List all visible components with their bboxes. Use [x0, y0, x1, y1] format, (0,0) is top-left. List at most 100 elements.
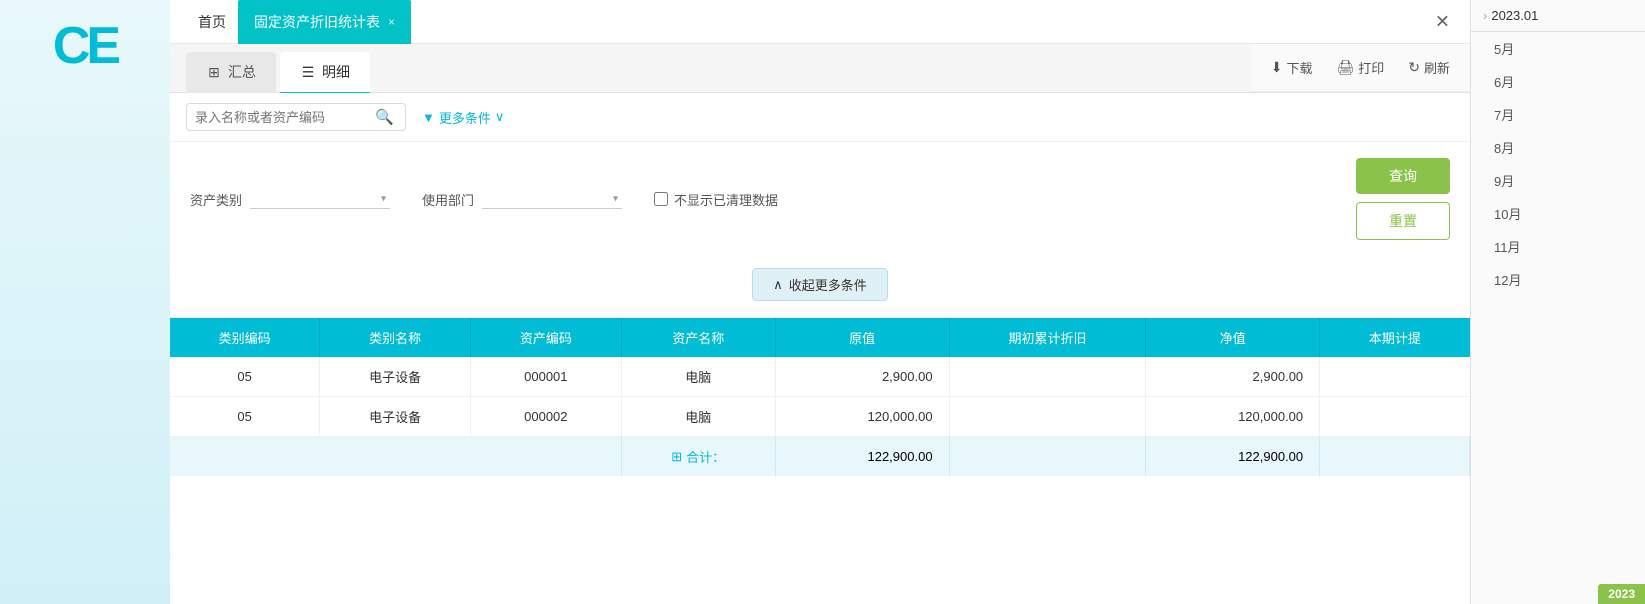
list-icon: ☰ — [300, 64, 316, 80]
filter-area: 资产类别 ▾ 使用部门 ▾ — [170, 142, 1470, 318]
right-date-panel: › 2023.01 5月6月7月8月9月10月11月12月 2023 — [1470, 0, 1645, 604]
table-header-row: 类别编码 类别名称 资产编码 资产名称 原值 期初累计折旧 净值 本期计提 — [170, 318, 1470, 357]
search-input-wrap: 🔍 — [186, 103, 406, 131]
refresh-label: 刷新 — [1424, 58, 1450, 77]
date-header: › 2023.01 — [1471, 0, 1645, 32]
cell-net-value: 2,900.00 — [1146, 357, 1320, 397]
month-list: 5月6月7月8月9月10月11月12月 — [1471, 32, 1645, 296]
footer-original-value: 122,900.00 — [775, 437, 949, 477]
cell-asset-code: 000001 — [470, 357, 621, 397]
nav-home[interactable]: 首页 — [186, 12, 238, 32]
data-table: 类别编码 类别名称 资产编码 资产名称 原值 期初累计折旧 净值 本期计提 05… — [170, 318, 1470, 476]
month-item[interactable]: 8月 — [1471, 131, 1645, 164]
top-nav: 首页 固定资产折旧统计表 × ✕ — [170, 0, 1470, 44]
toolbar: ⬇ 下载 🖨 打印 ↻ 刷新 — [1251, 44, 1470, 92]
table-row: 05 电子设备 000001 电脑 2,900.00 2,900.00 — [170, 357, 1470, 397]
print-icon: 🖨 — [1336, 59, 1354, 76]
close-tab-button[interactable]: × — [388, 15, 395, 29]
chevron-up-icon: ∧ — [773, 277, 783, 293]
filter-row: 资产类别 ▾ 使用部门 ▾ — [190, 158, 1450, 240]
asset-category-select[interactable] — [250, 189, 390, 209]
cell-category-code: 05 — [170, 397, 320, 437]
action-buttons: 查询 重置 — [1356, 158, 1450, 240]
search-input[interactable] — [195, 110, 375, 125]
asset-category-field: 资产类别 ▾ — [190, 189, 390, 209]
filter-icon: ▼ — [422, 110, 435, 125]
collapse-button[interactable]: ∧ 收起更多条件 — [752, 268, 888, 301]
col-asset-code: 资产编码 — [470, 318, 621, 357]
search-icon[interactable]: 🔍 — [375, 108, 394, 126]
use-department-select-wrap: ▾ — [482, 189, 622, 209]
chevron-right-icon: › — [1483, 8, 1487, 23]
refresh-icon: ↻ — [1408, 59, 1420, 76]
cell-asset-name: 电脑 — [621, 357, 775, 397]
refresh-button[interactable]: ↻ 刷新 — [1408, 58, 1450, 77]
query-button[interactable]: 查询 — [1356, 158, 1450, 194]
download-button[interactable]: ⬇ 下载 — [1271, 58, 1313, 77]
more-conditions-button[interactable]: ▼ 更多条件 ∨ — [422, 108, 504, 127]
col-category-name: 类别名称 — [320, 318, 471, 357]
active-tab-label: 固定资产折旧统计表 — [254, 12, 380, 32]
left-sidebar: CE — [0, 0, 170, 604]
cell-category-name: 电子设备 — [320, 397, 471, 437]
col-current-period: 本期计提 — [1320, 318, 1470, 357]
hide-cleared-label: 不显示已清理数据 — [674, 190, 778, 209]
footer-current-period — [1320, 437, 1470, 477]
footer-label-text: 合计： — [686, 447, 725, 466]
layers-icon: ⊞ — [206, 64, 222, 80]
footer-net-value: 122,900.00 — [1146, 437, 1320, 477]
sub-tabs: ⊞ 汇总 ☰ 明细 — [170, 44, 1251, 92]
footer-label: ⊞ 合计： — [621, 437, 775, 477]
collapse-label: 收起更多条件 — [789, 275, 867, 294]
close-window-button[interactable]: ✕ — [1435, 11, 1450, 32]
col-original-value: 原值 — [775, 318, 949, 357]
cell-asset-name: 电脑 — [621, 397, 775, 437]
cell-current-period — [1320, 357, 1470, 397]
use-department-field: 使用部门 ▾ — [422, 189, 622, 209]
cell-original-value: 2,900.00 — [775, 357, 949, 397]
col-net-value: 净值 — [1146, 318, 1320, 357]
cell-current-period — [1320, 397, 1470, 437]
download-icon: ⬇ — [1271, 59, 1283, 76]
data-table-wrap: 类别编码 类别名称 资产编码 资产名称 原值 期初累计折旧 净值 本期计提 05… — [170, 318, 1470, 476]
chevron-down-icon: ∨ — [495, 109, 505, 125]
month-item[interactable]: 12月 — [1471, 263, 1645, 296]
logo-text: CE — [53, 20, 117, 72]
month-item[interactable]: 7月 — [1471, 98, 1645, 131]
table-footer-row: ⊞ 合计： 122,900.00 122,900.00 — [170, 437, 1470, 477]
asset-category-label: 资产类别 — [190, 190, 242, 209]
col-category-code: 类别编码 — [170, 318, 320, 357]
cell-asset-code: 000002 — [470, 397, 621, 437]
table-row: 05 电子设备 000002 电脑 120,000.00 120,000.00 — [170, 397, 1470, 437]
col-initial-depreciation: 期初累计折旧 — [949, 318, 1146, 357]
footer-initial-depreciation — [949, 437, 1146, 477]
total-icon: ⊞ — [671, 449, 682, 465]
print-button[interactable]: 🖨 打印 — [1336, 58, 1384, 77]
more-conditions-label: 更多条件 — [439, 108, 491, 127]
content-area: 首页 固定资产折旧统计表 × ✕ ⊞ 汇总 ☰ 明细 ⬇ — [170, 0, 1470, 604]
month-item[interactable]: 11月 — [1471, 230, 1645, 263]
cell-initial-depreciation — [949, 357, 1146, 397]
hide-cleared-area: 不显示已清理数据 — [654, 190, 778, 209]
tab-detail[interactable]: ☰ 明细 — [280, 52, 370, 94]
month-item[interactable]: 10月 — [1471, 197, 1645, 230]
cell-initial-depreciation — [949, 397, 1146, 437]
download-label: 下载 — [1286, 58, 1312, 77]
month-item[interactable]: 6月 — [1471, 65, 1645, 98]
active-tab[interactable]: 固定资产折旧统计表 × — [238, 0, 411, 44]
search-bar: 🔍 ▼ 更多条件 ∨ — [170, 93, 1470, 142]
month-item[interactable]: 5月 — [1471, 32, 1645, 65]
month-item[interactable]: 9月 — [1471, 164, 1645, 197]
use-department-select[interactable] — [482, 189, 622, 209]
reset-button[interactable]: 重置 — [1356, 202, 1450, 240]
footer-empty1 — [170, 437, 621, 477]
cell-category-name: 电子设备 — [320, 357, 471, 397]
year-badge: 2023 — [1598, 584, 1645, 604]
cell-net-value: 120,000.00 — [1146, 397, 1320, 437]
use-department-label: 使用部门 — [422, 190, 474, 209]
tab-summary[interactable]: ⊞ 汇总 — [186, 52, 276, 94]
cell-original-value: 120,000.00 — [775, 397, 949, 437]
hide-cleared-checkbox[interactable] — [654, 192, 668, 206]
date-header-text: 2023.01 — [1491, 8, 1538, 23]
tab-detail-label: 明细 — [322, 62, 350, 82]
